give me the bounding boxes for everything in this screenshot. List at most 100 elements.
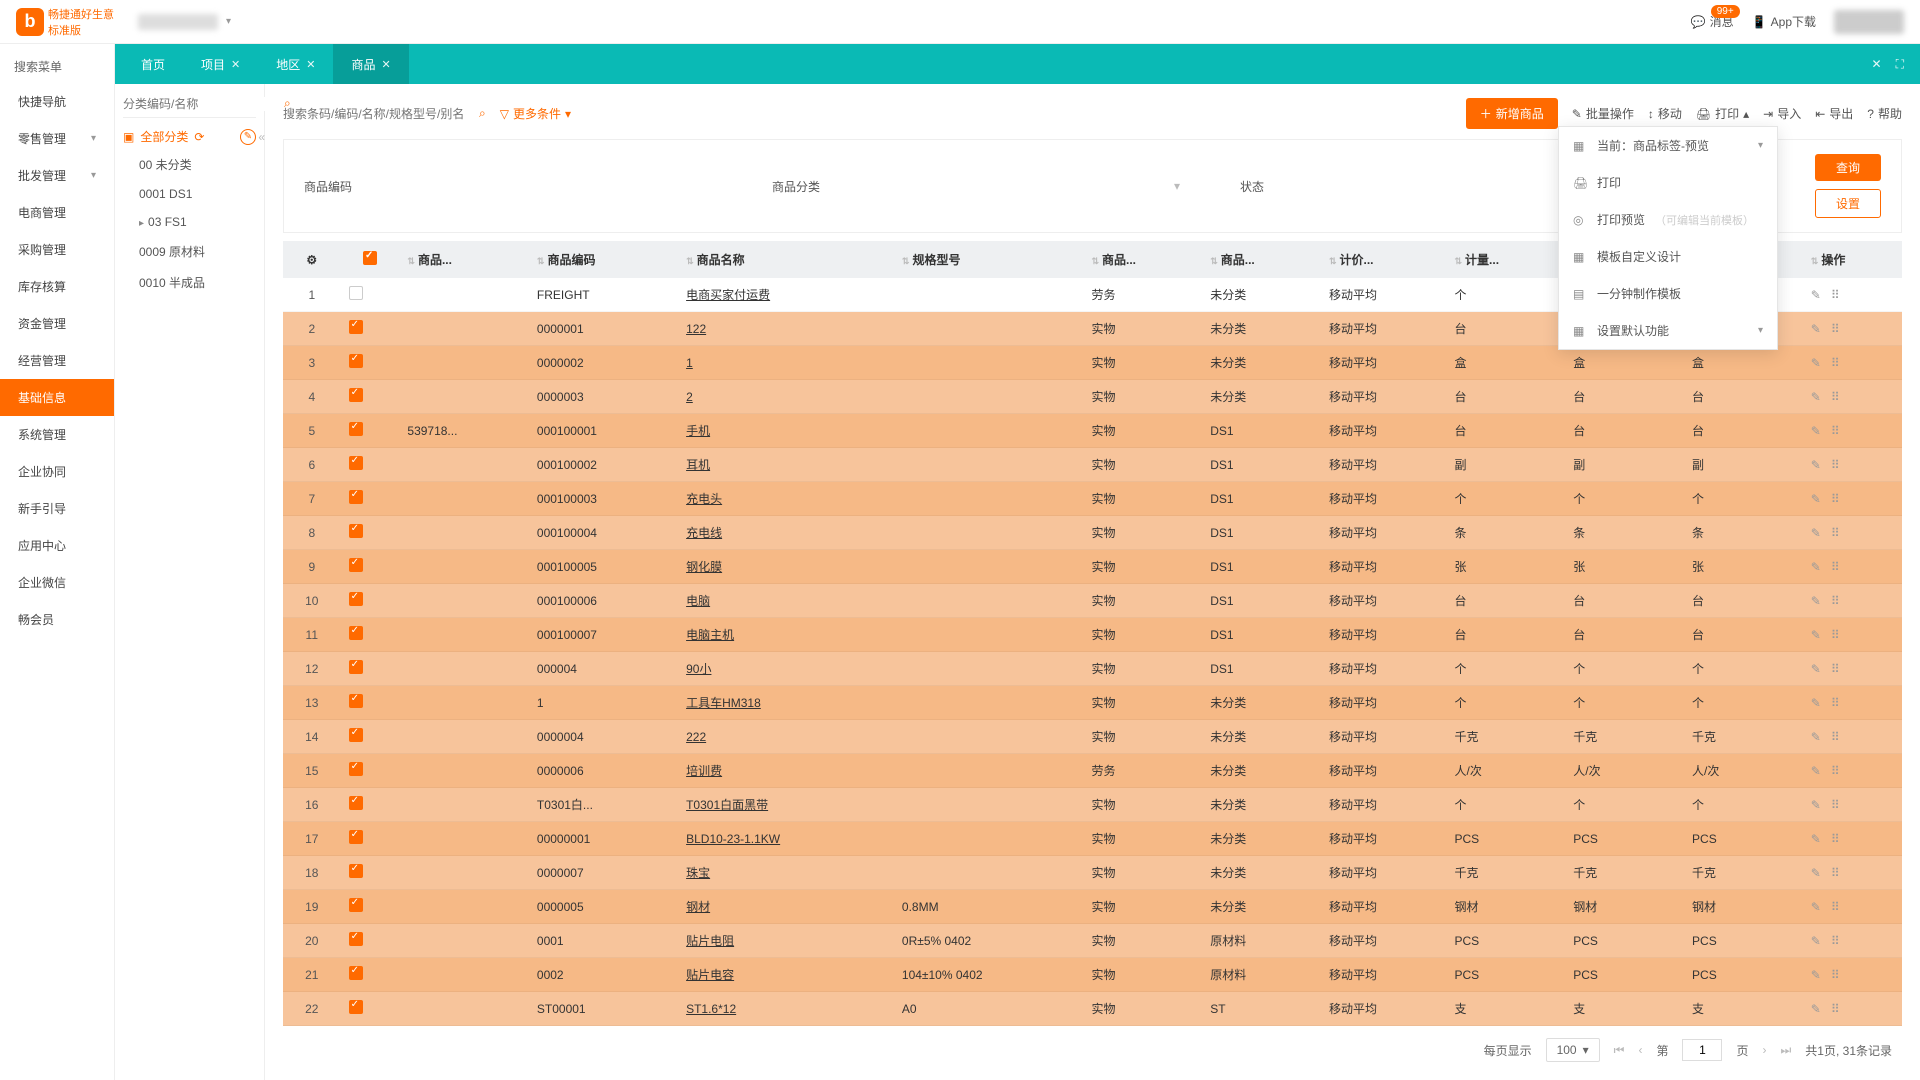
- table-header[interactable]: [341, 241, 400, 278]
- cell-name[interactable]: 电脑: [678, 584, 894, 618]
- row-edit-icon[interactable]: ✎: [1811, 628, 1821, 642]
- row-checkbox[interactable]: [341, 346, 400, 380]
- row-edit-icon[interactable]: ✎: [1811, 798, 1821, 812]
- row-more-icon[interactable]: ⠿: [1831, 492, 1840, 506]
- row-more-icon[interactable]: ⠿: [1831, 356, 1840, 370]
- table-row[interactable]: 140000004222实物未分类移动平均千克千克千克✎⠿: [283, 720, 1902, 754]
- print-current-template[interactable]: ▦ 当前：商品标签-预览 ▾: [1559, 127, 1777, 164]
- row-more-icon[interactable]: ⠿: [1831, 798, 1840, 812]
- new-product-button[interactable]: ＋新增商品: [1466, 98, 1558, 129]
- row-checkbox[interactable]: [341, 924, 400, 958]
- page-prev-icon[interactable]: ‹: [1638, 1043, 1642, 1057]
- row-checkbox[interactable]: [341, 550, 400, 584]
- row-edit-icon[interactable]: ✎: [1811, 322, 1821, 336]
- row-more-icon[interactable]: ⠿: [1831, 866, 1840, 880]
- print-button[interactable]: 🖨打印▴: [1696, 105, 1749, 122]
- row-edit-icon[interactable]: ✎: [1811, 1002, 1821, 1016]
- table-row[interactable]: 9000100005钢化膜实物DS1移动平均张张张✎⠿: [283, 550, 1902, 584]
- cell-name[interactable]: 2: [678, 380, 894, 414]
- row-checkbox[interactable]: [341, 686, 400, 720]
- tree-node[interactable]: 0010 半成品: [123, 267, 256, 298]
- move-button[interactable]: ↕移动: [1648, 105, 1682, 122]
- row-more-icon[interactable]: ⠿: [1831, 458, 1840, 472]
- row-more-icon[interactable]: ⠿: [1831, 764, 1840, 778]
- nav-item[interactable]: 采购管理: [0, 231, 114, 268]
- table-row[interactable]: 5539718...000100001手机实物DS1移动平均台台台✎⠿: [283, 414, 1902, 448]
- row-more-icon[interactable]: ⠿: [1831, 560, 1840, 574]
- org-selector[interactable]: ▾: [130, 10, 239, 34]
- tab[interactable]: 商品✕: [333, 44, 408, 84]
- row-checkbox[interactable]: [341, 720, 400, 754]
- table-header[interactable]: ⇅商品...: [1202, 241, 1321, 278]
- gear-icon[interactable]: ⚙: [306, 253, 317, 267]
- table-row[interactable]: 131工具车HM318实物未分类移动平均个个个✎⠿: [283, 686, 1902, 720]
- table-header[interactable]: ⇅计量...: [1447, 241, 1566, 278]
- cell-name[interactable]: ST1.6*12: [678, 992, 894, 1026]
- sort-icon[interactable]: ⇅: [902, 256, 910, 266]
- row-checkbox[interactable]: [341, 618, 400, 652]
- cell-name[interactable]: 手机: [678, 414, 894, 448]
- row-edit-icon[interactable]: ✎: [1811, 356, 1821, 370]
- cell-name[interactable]: 1: [678, 346, 894, 380]
- cell-name[interactable]: 贴片电阻: [678, 924, 894, 958]
- batch-action-button[interactable]: ✎批量操作: [1572, 105, 1634, 122]
- sort-icon[interactable]: ⇅: [686, 256, 694, 266]
- row-edit-icon[interactable]: ✎: [1811, 560, 1821, 574]
- fullscreen-icon[interactable]: ⛶: [1896, 57, 1904, 72]
- row-edit-icon[interactable]: ✎: [1811, 832, 1821, 846]
- row-edit-icon[interactable]: ✎: [1811, 288, 1821, 302]
- sort-icon[interactable]: ⇅: [1455, 256, 1463, 266]
- row-edit-icon[interactable]: ✎: [1811, 866, 1821, 880]
- filter-cat-select[interactable]: ▾: [920, 179, 1180, 194]
- nav-item[interactable]: 批发管理▾: [0, 157, 114, 194]
- row-checkbox[interactable]: [341, 652, 400, 686]
- row-edit-icon[interactable]: ✎: [1811, 900, 1821, 914]
- table-row[interactable]: 150000006培训费劳务未分类移动平均人/次人/次人/次✎⠿: [283, 754, 1902, 788]
- refresh-icon[interactable]: ⟳: [194, 130, 204, 144]
- row-edit-icon[interactable]: ✎: [1811, 934, 1821, 948]
- tab-close-all-icon[interactable]: ✕: [1872, 57, 1882, 71]
- select-all-checkbox[interactable]: [363, 251, 377, 265]
- row-checkbox[interactable]: [341, 312, 400, 346]
- page-last-icon[interactable]: ⏭: [1780, 1043, 1791, 1058]
- row-checkbox[interactable]: [341, 992, 400, 1026]
- row-checkbox[interactable]: [341, 822, 400, 856]
- sort-icon[interactable]: ⇅: [1329, 256, 1337, 266]
- tree-all-categories[interactable]: 全部分类: [140, 128, 188, 145]
- row-edit-icon[interactable]: ✎: [1811, 458, 1821, 472]
- cell-name[interactable]: 充电线: [678, 516, 894, 550]
- row-edit-icon[interactable]: ✎: [1811, 526, 1821, 540]
- more-filters-toggle[interactable]: ▽ 更多条件 ▾: [500, 105, 571, 122]
- nav-item[interactable]: 系统管理: [0, 416, 114, 453]
- row-edit-icon[interactable]: ✎: [1811, 730, 1821, 744]
- row-more-icon[interactable]: ⠿: [1831, 832, 1840, 846]
- table-row[interactable]: 190000005钢材0.8MM实物未分类移动平均钢材钢材钢材✎⠿: [283, 890, 1902, 924]
- table-row[interactable]: 16T0301白...T0301白面黑带实物未分类移动平均个个个✎⠿: [283, 788, 1902, 822]
- table-header[interactable]: ⇅操作: [1803, 241, 1902, 278]
- edit-tree-icon[interactable]: ✎: [240, 129, 256, 145]
- import-button[interactable]: ⇥导入: [1763, 105, 1801, 122]
- table-header[interactable]: ⇅商品...: [399, 241, 529, 278]
- sort-icon[interactable]: ⇅: [1210, 256, 1218, 266]
- settings-button[interactable]: 设置: [1815, 189, 1881, 218]
- cell-name[interactable]: 工具车HM318: [678, 686, 894, 720]
- cell-name[interactable]: 贴片电容: [678, 958, 894, 992]
- cell-name[interactable]: 钢材: [678, 890, 894, 924]
- row-more-icon[interactable]: ⠿: [1831, 696, 1840, 710]
- close-icon[interactable]: ✕: [306, 58, 315, 71]
- row-more-icon[interactable]: ⠿: [1831, 322, 1840, 336]
- row-checkbox[interactable]: [341, 380, 400, 414]
- cell-name[interactable]: 培训费: [678, 754, 894, 788]
- row-more-icon[interactable]: ⠿: [1831, 900, 1840, 914]
- print-template-design[interactable]: ▦模板自定义设计: [1559, 238, 1777, 275]
- cell-name[interactable]: 90小: [678, 652, 894, 686]
- row-more-icon[interactable]: ⠿: [1831, 662, 1840, 676]
- sort-icon[interactable]: ⇅: [537, 256, 545, 266]
- cell-name[interactable]: 电脑主机: [678, 618, 894, 652]
- print-quick-template[interactable]: ▤一分钟制作模板: [1559, 275, 1777, 312]
- tab[interactable]: 地区✕: [258, 44, 333, 84]
- row-checkbox[interactable]: [341, 584, 400, 618]
- nav-item[interactable]: 资金管理: [0, 305, 114, 342]
- table-header[interactable]: ⇅计价...: [1321, 241, 1447, 278]
- table-row[interactable]: 8000100004充电线实物DS1移动平均条条条✎⠿: [283, 516, 1902, 550]
